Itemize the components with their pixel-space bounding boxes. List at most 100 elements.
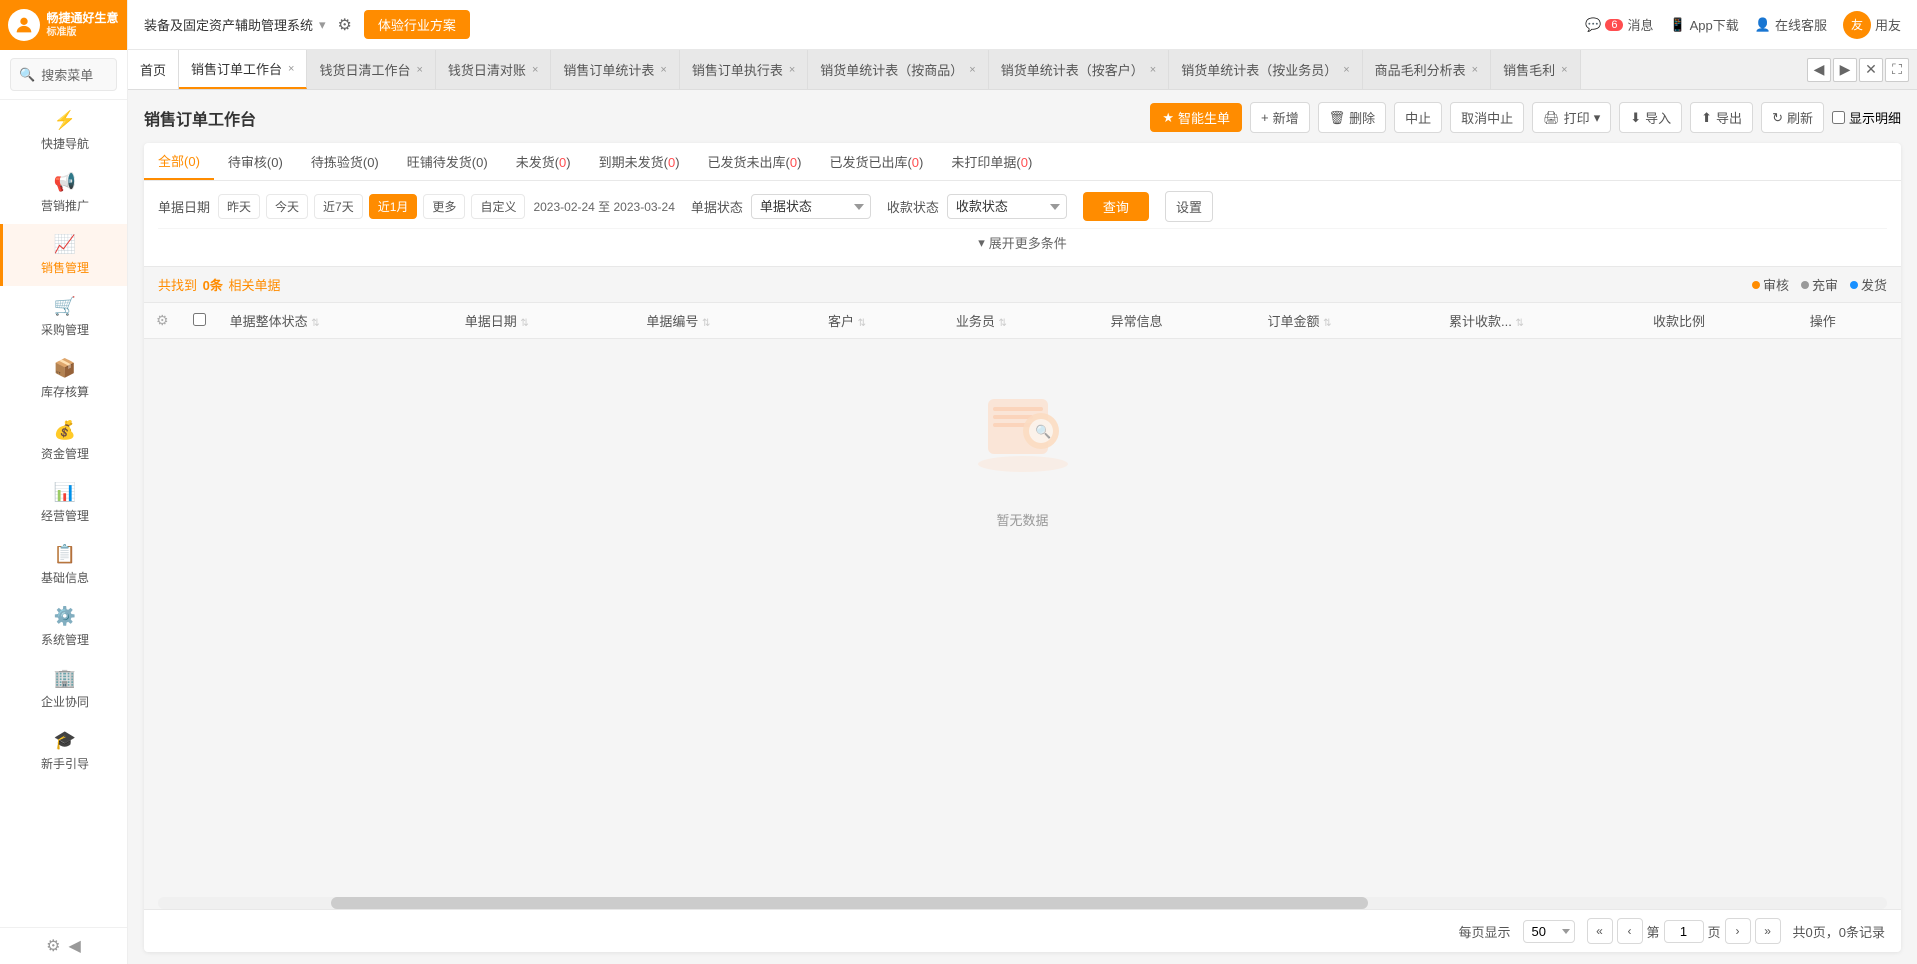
- sort-customer-icon[interactable]: ⇅: [858, 318, 866, 329]
- filter-tab-3[interactable]: 旺铺待发货(0): [393, 144, 502, 179]
- sidebar-item-quick-nav[interactable]: ⚡ 快捷导航: [0, 100, 127, 162]
- tab-0[interactable]: 首页: [128, 50, 179, 89]
- tab-6[interactable]: 销货单统计表（按商品）×: [808, 50, 988, 89]
- horizontal-scrollbar[interactable]: [158, 897, 1887, 909]
- sidebar-item-operations[interactable]: 📊 经营管理: [0, 472, 127, 534]
- settings-icon[interactable]: ⚙: [338, 15, 352, 35]
- sidebar-item-sales[interactable]: 📈 销售管理: [0, 224, 127, 286]
- filter-tab-2[interactable]: 待拣验货(0): [297, 144, 393, 179]
- tab-7[interactable]: 销货单统计表（按客户）×: [989, 50, 1169, 89]
- sidebar-item-purchase[interactable]: 🛒 采购管理: [0, 286, 127, 348]
- tab-close-9[interactable]: ×: [1472, 64, 1478, 76]
- page-input[interactable]: [1664, 920, 1704, 943]
- tab-close-2[interactable]: ×: [416, 64, 422, 76]
- scrollbar-thumb[interactable]: [331, 897, 1368, 909]
- tab-next-button[interactable]: ▶: [1833, 58, 1857, 82]
- sort-collected-icon[interactable]: ⇅: [1516, 318, 1524, 329]
- query-button[interactable]: 查询: [1083, 192, 1149, 221]
- sidebar-search[interactable]: 🔍 搜索菜单: [0, 50, 127, 100]
- tab-prev-button[interactable]: ◀: [1807, 58, 1831, 82]
- date-option-0[interactable]: 昨天: [218, 194, 260, 219]
- sidebar-item-basic-info[interactable]: 📋 基础信息: [0, 534, 127, 596]
- sidebar-item-inventory[interactable]: 📦 库存核算: [0, 348, 127, 410]
- page-size-select[interactable]: 50 20 100 200: [1523, 920, 1575, 943]
- payment-select[interactable]: 收款状态: [947, 194, 1067, 219]
- tab-close-8[interactable]: ×: [1343, 64, 1349, 76]
- tab-close-all-button[interactable]: ✕: [1859, 58, 1883, 82]
- app-download-button[interactable]: 📱 App下载: [1669, 15, 1738, 34]
- sort-date-icon[interactable]: ⇅: [520, 318, 528, 329]
- settings-bottom-button[interactable]: ⚙: [46, 936, 60, 956]
- cancel-stop-button[interactable]: 取消中止: [1450, 102, 1524, 133]
- date-option-4[interactable]: 更多: [423, 194, 465, 219]
- collapse-button[interactable]: ◀: [69, 936, 81, 956]
- select-all-checkbox[interactable]: [193, 313, 206, 326]
- tab-3[interactable]: 钱货日清对账×: [436, 50, 551, 89]
- tab-8[interactable]: 销货单统计表（按业务员）×: [1169, 50, 1362, 89]
- tab-close-4[interactable]: ×: [660, 64, 666, 76]
- setting-button[interactable]: 设置: [1165, 191, 1213, 222]
- industry-solution-button[interactable]: 体验行业方案: [364, 10, 470, 39]
- tab-close-3[interactable]: ×: [532, 64, 538, 76]
- import-button[interactable]: ⬇ 导入: [1619, 102, 1682, 133]
- filter-tab-0[interactable]: 全部(0): [144, 143, 214, 180]
- date-option-3[interactable]: 近1月: [369, 194, 418, 219]
- table-checkbox-col[interactable]: [181, 303, 218, 339]
- delete-button[interactable]: 🗑 删除: [1318, 102, 1387, 133]
- first-page-button[interactable]: «: [1587, 918, 1613, 944]
- tab-9[interactable]: 商品毛利分析表×: [1363, 50, 1491, 89]
- table-scroll-area[interactable]: ⚙ 单据整体状态 ⇅ 单据日期 ⇅ 单据编号 ⇅ 客户 ⇅ 业务员 ⇅ 异常信息…: [144, 303, 1901, 897]
- next-page-button[interactable]: ›: [1725, 918, 1751, 944]
- smart-order-button[interactable]: ★ 智能生单: [1150, 103, 1242, 132]
- filter-tab-1[interactable]: 待审核(0): [214, 144, 297, 179]
- sidebar-item-marketing[interactable]: 📢 营销推广: [0, 162, 127, 224]
- sort-salesperson-icon[interactable]: ⇅: [999, 318, 1007, 329]
- add-button[interactable]: + 新增: [1250, 102, 1310, 133]
- tab-close-5[interactable]: ×: [789, 64, 795, 76]
- sidebar-item-finance[interactable]: 💰 资金管理: [0, 410, 127, 472]
- prev-page-button[interactable]: ‹: [1617, 918, 1643, 944]
- filter-tab-7[interactable]: 已发货已出库(0): [815, 144, 937, 179]
- filter-tab-5[interactable]: 到期未发货(0): [585, 144, 694, 179]
- show-detail-toggle[interactable]: 显示明细: [1832, 108, 1901, 127]
- show-detail-checkbox[interactable]: [1832, 111, 1845, 124]
- date-option-1[interactable]: 今天: [266, 194, 308, 219]
- date-option-5[interactable]: 自定义: [471, 194, 525, 219]
- export-button[interactable]: ⬆ 导出: [1690, 102, 1753, 133]
- tab-close-1[interactable]: ×: [288, 63, 294, 75]
- sidebar-item-enterprise[interactable]: 🏢 企业协同: [0, 658, 127, 720]
- refresh-button[interactable]: ↻ 刷新: [1761, 102, 1824, 133]
- search-menu-button[interactable]: 🔍 搜索菜单: [10, 58, 117, 91]
- audit-action-button[interactable]: 审核: [1752, 275, 1789, 294]
- sort-amount-icon[interactable]: ⇅: [1323, 318, 1331, 329]
- tab-close-10[interactable]: ×: [1561, 64, 1567, 76]
- tab-1[interactable]: 销售订单工作台×: [179, 50, 307, 89]
- stop-button[interactable]: 中止: [1394, 102, 1442, 133]
- last-page-button[interactable]: »: [1755, 918, 1781, 944]
- print-button[interactable]: 🖨 打印 ▾: [1532, 102, 1611, 133]
- message-button[interactable]: 💬 6 消息: [1585, 15, 1653, 34]
- revoke-action-button[interactable]: 充审: [1801, 275, 1838, 294]
- tab-10[interactable]: 销售毛利×: [1491, 50, 1580, 89]
- tab-close-6[interactable]: ×: [969, 64, 975, 76]
- sort-number-icon[interactable]: ⇅: [702, 318, 710, 329]
- filter-tab-8[interactable]: 未打印单据(0): [937, 144, 1046, 179]
- tab-5[interactable]: 销售订单执行表×: [680, 50, 808, 89]
- tab-4[interactable]: 销售订单统计表×: [551, 50, 679, 89]
- status-select[interactable]: 单据状态: [751, 194, 871, 219]
- sort-status-icon[interactable]: ⇅: [311, 318, 319, 329]
- online-service-button[interactable]: 👤 在线客服: [1755, 15, 1827, 34]
- table-settings-col[interactable]: ⚙: [144, 303, 181, 339]
- date-option-2[interactable]: 近7天: [314, 194, 363, 219]
- sidebar-item-system[interactable]: ⚙️ 系统管理: [0, 596, 127, 658]
- tab-2[interactable]: 钱货日清工作台×: [307, 50, 435, 89]
- ship-action-button[interactable]: 发货: [1850, 275, 1887, 294]
- table-column-settings-icon[interactable]: ⚙: [156, 312, 169, 328]
- user-menu[interactable]: 友 用友: [1843, 11, 1901, 39]
- sidebar-item-guide[interactable]: 🎓 新手引导: [0, 720, 127, 782]
- filter-tab-6[interactable]: 已发货未出库(0): [694, 144, 816, 179]
- tab-fullscreen-button[interactable]: ⛶: [1885, 58, 1909, 82]
- filter-tab-4[interactable]: 未发货(0): [502, 144, 585, 179]
- tab-close-7[interactable]: ×: [1150, 64, 1156, 76]
- expand-conditions-button[interactable]: ▾ 展开更多条件: [978, 233, 1067, 252]
